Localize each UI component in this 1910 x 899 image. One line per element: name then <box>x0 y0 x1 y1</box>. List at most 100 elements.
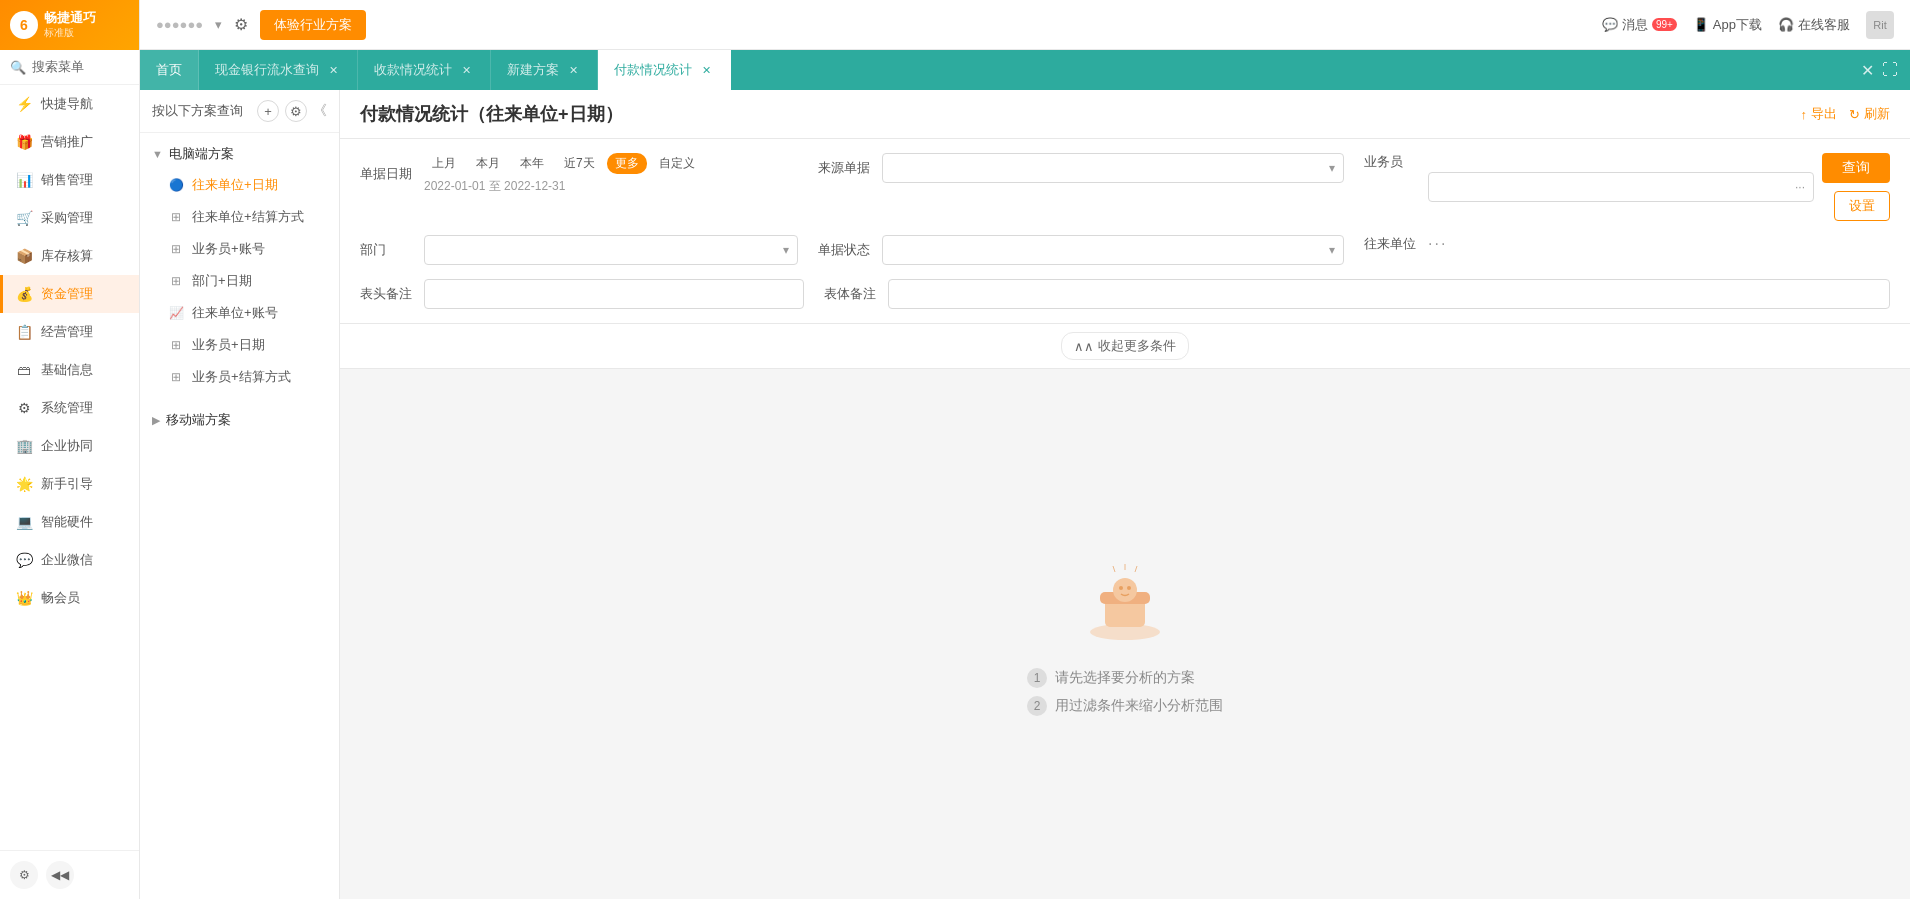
sidebar-item-purchase[interactable]: 🛒 采购管理 <box>0 199 139 237</box>
scheme-sidebar-actions: + ⚙ 《 <box>257 100 327 122</box>
tabs-controls: ✕ ⛶ <box>1849 61 1910 80</box>
dept-select[interactable]: ▾ <box>424 235 798 265</box>
scheme-section-pc-header[interactable]: ▼ 电脑端方案 <box>140 139 339 169</box>
topbar-settings-icon[interactable]: ⚙ <box>234 15 248 34</box>
page-header-actions: ↑ 导出 ↻ 刷新 <box>1801 105 1891 123</box>
sidebar-item-operation[interactable]: 📋 经营管理 <box>0 313 139 351</box>
wechat-icon: 💬 <box>15 551 33 569</box>
sidebar-item-guide[interactable]: 🌟 新手引导 <box>0 465 139 503</box>
header-note-input[interactable] <box>424 279 804 309</box>
main-area: ●●●●●● ▾ ⚙ 体验行业方案 💬 消息 99+ 📱 App下载 🎧 在线客… <box>140 0 1910 899</box>
sidebar-item-system[interactable]: ⚙ 系统管理 <box>0 389 139 427</box>
app-download-action[interactable]: 📱 App下载 <box>1693 16 1762 34</box>
collapse-conditions-btn[interactable]: ∧∧ 收起更多条件 <box>1061 332 1189 360</box>
doc-status-select[interactable]: ▾ <box>882 235 1344 265</box>
trial-btn[interactable]: 体验行业方案 <box>260 10 366 40</box>
close-tab-btn[interactable]: ✕ <box>1861 61 1874 80</box>
tab-bank-flow-close[interactable]: ✕ <box>325 62 341 78</box>
expand-tab-btn[interactable]: ⛶ <box>1882 61 1898 79</box>
sidebar-item-marketing[interactable]: 🎁 营销推广 <box>0 123 139 161</box>
date-more[interactable]: 更多 <box>607 153 647 174</box>
tab-receipt-stats-close[interactable]: ✕ <box>458 62 474 78</box>
hint-num-1: 1 <box>1027 668 1047 688</box>
tab-receipt-stats-label: 收款情况统计 <box>374 61 452 79</box>
system-icon: ⚙ <box>15 399 33 417</box>
refresh-btn[interactable]: ↻ 刷新 <box>1849 105 1890 123</box>
scheme-item-unit-settle[interactable]: ⊞ 往来单位+结算方式 <box>140 201 339 233</box>
export-btn[interactable]: ↑ 导出 <box>1801 105 1838 123</box>
tab-new-scheme[interactable]: 新建方案 ✕ <box>491 50 598 90</box>
hint-num-2: 2 <box>1027 696 1047 716</box>
staff-select[interactable]: ··· <box>1428 172 1814 202</box>
scheme-section-mobile-header[interactable]: ▶ 移动端方案 <box>140 405 339 435</box>
sidebar-item-hardware[interactable]: 💻 智能硬件 <box>0 503 139 541</box>
scheme-item-label: 业务员+结算方式 <box>192 368 291 386</box>
date-7days[interactable]: 近7天 <box>556 153 603 174</box>
brand-text: ●●●●●● <box>156 17 203 32</box>
hint-text-1: 请先选择要分析的方案 <box>1055 669 1195 687</box>
scheme-item-unit-account[interactable]: 📈 往来单位+账号 <box>140 297 339 329</box>
scheme-item-unit-date[interactable]: 🔵 往来单位+日期 <box>140 169 339 201</box>
tab-receipt-stats[interactable]: 收款情况统计 ✕ <box>358 50 491 90</box>
query-btn[interactable]: 查询 <box>1822 153 1890 183</box>
scheme-item-staff-account[interactable]: ⊞ 业务员+账号 <box>140 233 339 265</box>
sidebar-item-label: 销售管理 <box>41 171 93 189</box>
date-last-month[interactable]: 上月 <box>424 153 464 174</box>
sidebar-item-inventory[interactable]: 📦 库存核算 <box>0 237 139 275</box>
sidebar-item-finance[interactable]: 💰 资金管理 <box>0 275 139 313</box>
tab-bank-flow[interactable]: 现金银行流水查询 ✕ <box>199 50 358 90</box>
sales-icon: 📊 <box>15 171 33 189</box>
scheme-item-dept-date[interactable]: ⊞ 部门+日期 <box>140 265 339 297</box>
sidebar-item-label: 库存核算 <box>41 247 93 265</box>
collapse-sidebar-btn[interactable]: ◀◀ <box>46 861 74 889</box>
tab-home-label: 首页 <box>156 61 182 79</box>
sidebar-header: 6 畅捷通巧 标准版 <box>0 0 139 50</box>
sidebar-item-shortcut[interactable]: ⚡ 快捷导航 <box>0 85 139 123</box>
scheme-collapse-btn[interactable]: 《 <box>313 102 327 120</box>
tab-payment-stats[interactable]: 付款情况统计 ✕ <box>598 50 731 90</box>
date-label: 单据日期 <box>360 165 416 183</box>
scheme-item-label: 业务员+日期 <box>192 336 265 354</box>
filter-body-note: 表体备注 <box>824 279 1890 309</box>
hardware-icon: 💻 <box>15 513 33 531</box>
app-download-label: App下载 <box>1713 16 1762 34</box>
scheme-sidebar-title: 按以下方案查询 <box>152 102 243 120</box>
topbar-arrow[interactable]: ▾ <box>215 17 222 32</box>
sidebar-item-sales[interactable]: 📊 销售管理 <box>0 161 139 199</box>
staff-label: 业务员 <box>1364 153 1420 171</box>
scheme-settings-btn[interactable]: ⚙ <box>285 100 307 122</box>
date-this-year[interactable]: 本年 <box>512 153 552 174</box>
page-title: 付款情况统计（往来单位+日期） <box>360 102 623 126</box>
sidebar-item-label: 基础信息 <box>41 361 93 379</box>
app-icon: 📱 <box>1693 17 1709 32</box>
tab-payment-stats-label: 付款情况统计 <box>614 61 692 79</box>
date-this-month[interactable]: 本月 <box>468 153 508 174</box>
settings-bottom-btn[interactable]: ⚙ <box>10 861 38 889</box>
scheme-item-staff-settle[interactable]: ⊞ 业务员+结算方式 <box>140 361 339 393</box>
filter-settings-btn[interactable]: 设置 <box>1834 191 1890 221</box>
filter-dept: 部门 ▾ <box>360 235 798 265</box>
add-scheme-btn[interactable]: + <box>257 100 279 122</box>
sidebar-item-member[interactable]: 👑 畅会员 <box>0 579 139 617</box>
source-select[interactable]: ▾ <box>882 153 1344 183</box>
tab-new-scheme-close[interactable]: ✕ <box>565 62 581 78</box>
sidebar-search[interactable]: 🔍 搜索菜单 <box>0 50 139 85</box>
body-note-input[interactable] <box>888 279 1890 309</box>
content-area: 按以下方案查询 + ⚙ 《 ▼ 电脑端方案 🔵 往来单位+日期 ⊞ <box>140 90 1910 899</box>
scheme-section-mobile-label: 移动端方案 <box>166 411 231 429</box>
online-service-action[interactable]: 🎧 在线客服 <box>1778 16 1850 34</box>
tab-home[interactable]: 首页 <box>140 50 199 90</box>
svg-point-5 <box>1127 586 1131 590</box>
tab-payment-stats-close[interactable]: ✕ <box>698 62 714 78</box>
scheme-item-active-icon: 🔵 <box>168 177 184 193</box>
message-action[interactable]: 💬 消息 99+ <box>1602 16 1677 34</box>
sidebar-item-basic[interactable]: 🗃 基础信息 <box>0 351 139 389</box>
sidebar-item-enterprise[interactable]: 🏢 企业协同 <box>0 427 139 465</box>
app-name: 畅捷通巧 <box>44 10 96 26</box>
sidebar-item-label: 智能硬件 <box>41 513 93 531</box>
user-avatar[interactable]: Rit <box>1866 11 1894 39</box>
finance-icon: 💰 <box>15 285 33 303</box>
sidebar-item-wechat[interactable]: 💬 企业微信 <box>0 541 139 579</box>
date-custom[interactable]: 自定义 <box>651 153 703 174</box>
scheme-item-staff-date[interactable]: ⊞ 业务员+日期 <box>140 329 339 361</box>
